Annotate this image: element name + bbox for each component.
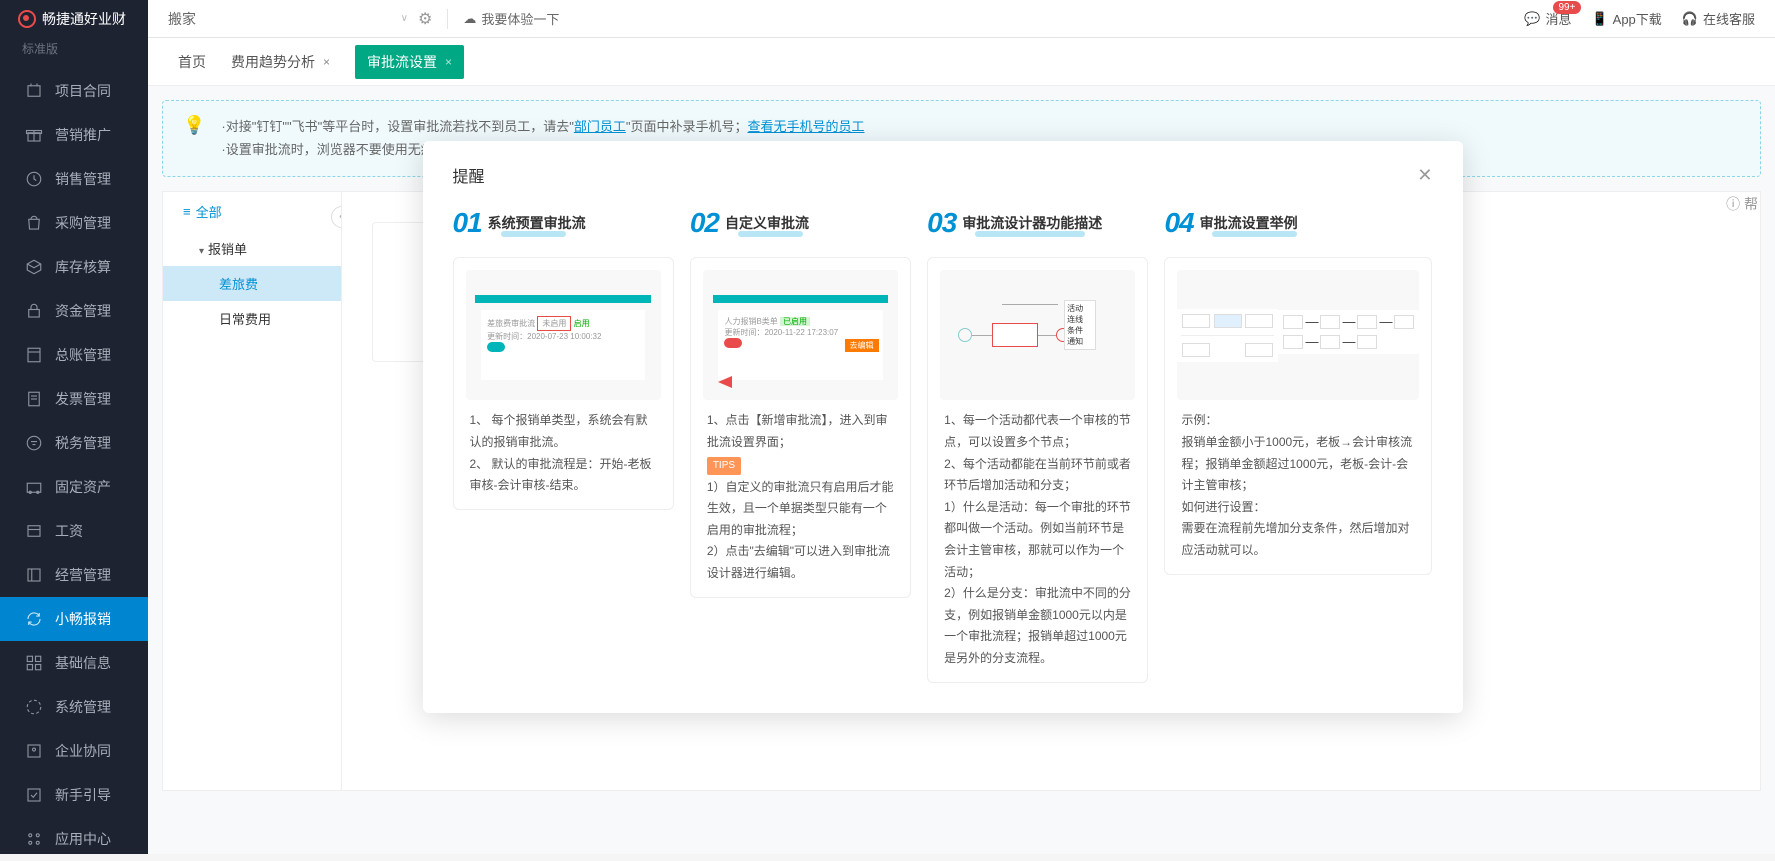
mock-menu: 连线 — [1067, 314, 1093, 325]
step-num-4: 04 — [1164, 207, 1193, 239]
step2-p3: 2）点击"去编辑"可以进入到审批流设计器进行编辑。 — [707, 541, 894, 584]
mock-badge: 已启用 — [780, 317, 810, 326]
mock-menu: 条件 — [1067, 325, 1093, 336]
step2-p2: 1）自定义的审批流只有启用后才能生效，且一个单据类型只能有一个启用的审批流程； — [707, 477, 894, 542]
step3-p3: 1）什么是活动：每一个审批的环节都叫做一个活动。例如当前环节是会计主管审核，那就… — [944, 497, 1131, 583]
mock-text: 人力报销B类单 — [724, 317, 777, 326]
step-num-2: 02 — [690, 207, 719, 239]
step-image-4: ——— —— — [1177, 270, 1419, 400]
arrow-icon — [718, 376, 732, 388]
step-card-2: 02 自定义审批流 人力报销B类单 已启用 更新时间：2020-11-22 17… — [690, 207, 911, 682]
step-title-4: 审批流设置举例 — [1200, 213, 1298, 233]
step-num-1: 01 — [453, 207, 482, 239]
step1-p2: 2、 默认的审批流程是：开始-老板审核-会计审核-结束。 — [470, 454, 657, 497]
step-num-3: 03 — [927, 207, 956, 239]
modal-title: 提醒 — [453, 163, 485, 187]
mock-menu: 通知 — [1067, 336, 1093, 347]
mock-menu: 活动 — [1067, 303, 1093, 314]
step-image-3: 活动 连线 条件 通知 — [940, 270, 1135, 400]
step1-p1: 1、 每个报销单类型，系统会有默认的报销审批流。 — [470, 410, 657, 453]
tip-modal: 提醒 ✕ 01 系统预置审批流 差旅费审批流 未启用 启用 — [423, 141, 1463, 712]
step4-p2: 报销单金额小于1000元，老板→会计审核流程；报销单金额超过1000元，老板-会… — [1181, 432, 1415, 497]
step3-p4: 2）什么是分支：审批流中不同的分支，例如报销单金额1000元以内是一个审批流程；… — [944, 583, 1131, 669]
step2-p1: 1、点击【新增审批流】，进入到审批流设置界面； — [707, 410, 894, 453]
step4-p1: 示例： — [1181, 410, 1415, 432]
modal-overlay: 提醒 ✕ 01 系统预置审批流 差旅费审批流 未启用 启用 — [0, 0, 1775, 854]
step-title-1: 系统预置审批流 — [488, 213, 586, 233]
step-card-1: 01 系统预置审批流 差旅费审批流 未启用 启用 更新时间：2020-07-23… — [453, 207, 674, 682]
mock-btn: 去编辑 — [845, 339, 879, 352]
step4-p3: 如何进行设置： — [1181, 497, 1415, 519]
mock-outline: 未启用 — [537, 316, 571, 331]
step-image-2: 人力报销B类单 已启用 更新时间：2020-11-22 17:23:07 去编辑 — [703, 270, 898, 400]
step-image-1: 差旅费审批流 未启用 启用 更新时间：2020-07-23 10:00:32 — [466, 270, 661, 400]
step-title-3: 审批流设计器功能描述 — [962, 213, 1102, 233]
step-card-4: 04 审批流设置举例 ——— — [1164, 207, 1432, 682]
mock-text: 差旅费审批流 — [487, 319, 535, 328]
step-title-2: 自定义审批流 — [725, 213, 809, 233]
mock-text: 更新时间：2020-07-23 10:00:32 — [487, 332, 601, 341]
tips-badge: TIPS — [707, 457, 741, 475]
mock-toggle-icon — [487, 342, 505, 352]
mock-text: 更新时间：2020-11-22 17:23:07 — [724, 328, 838, 337]
mock-text: 启用 — [574, 319, 590, 328]
modal-close-button[interactable]: ✕ — [1417, 165, 1432, 186]
step3-p2: 2、每个活动都能在当前环节前或者环节后增加活动和分支； — [944, 454, 1131, 497]
step4-p4: 需要在流程前先增加分支条件，然后增加对应活动就可以。 — [1181, 518, 1415, 561]
mock-toggle-icon — [724, 338, 742, 348]
step3-p1: 1、每一个活动都代表一个审核的节点，可以设置多个节点； — [944, 410, 1131, 453]
step-card-3: 03 审批流设计器功能描述 活动 — [927, 207, 1148, 682]
